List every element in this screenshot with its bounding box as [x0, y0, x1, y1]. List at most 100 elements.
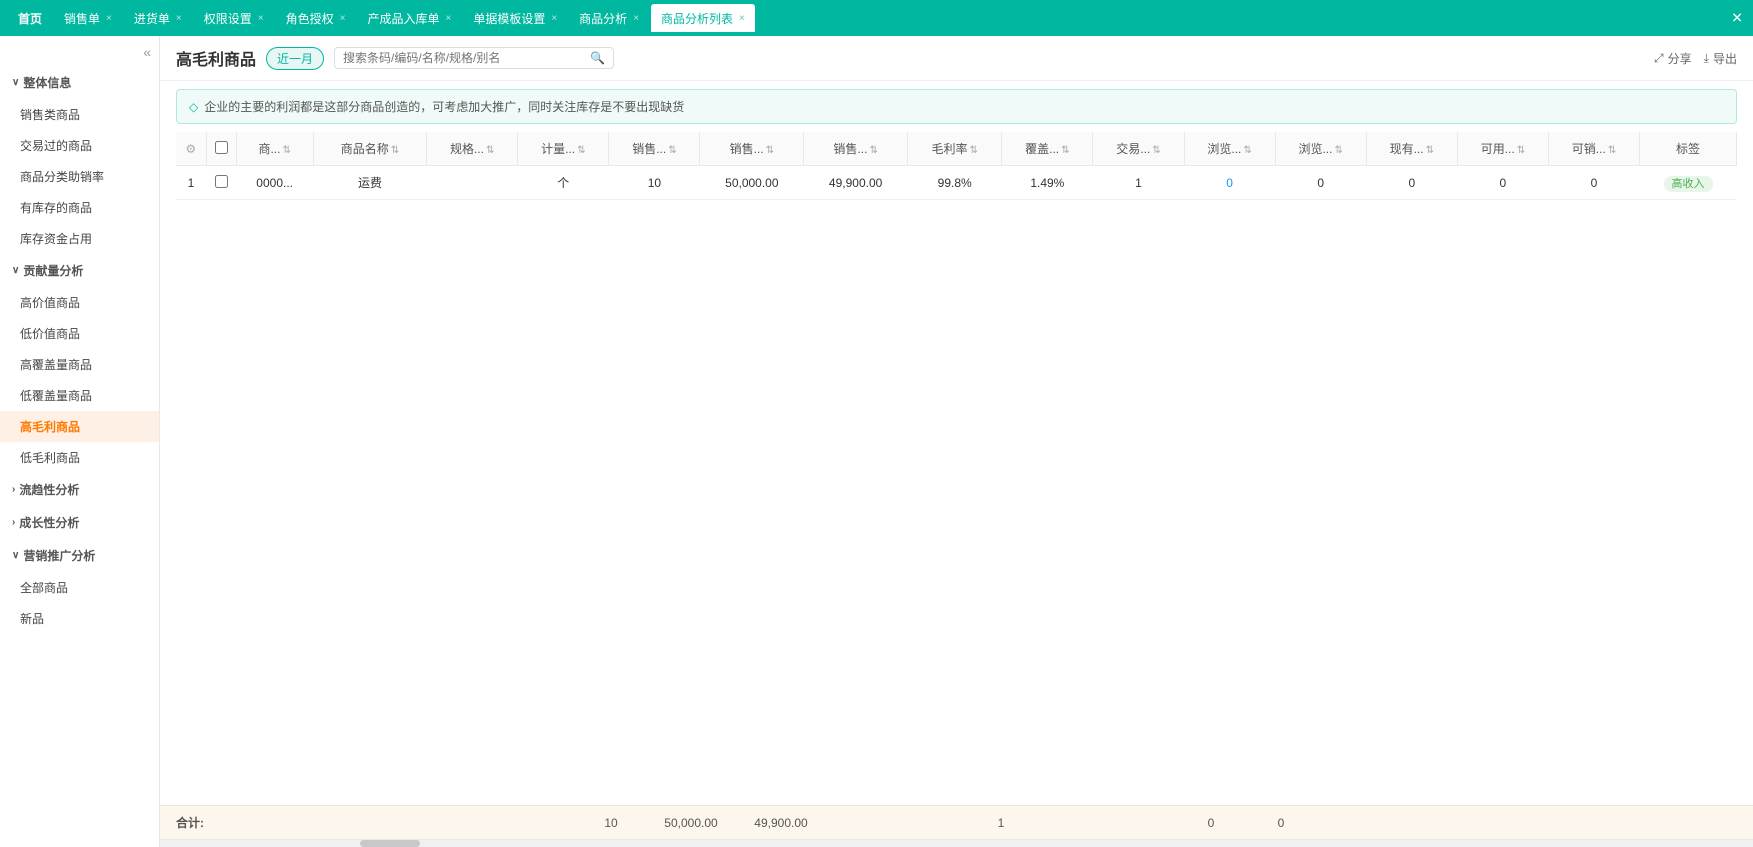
sort-icon-sales_amount[interactable]: ⇅: [766, 145, 774, 156]
sort-icon-code[interactable]: ⇅: [282, 145, 290, 156]
sidebar-item-库存资金占用[interactable]: 库存资金占用: [0, 223, 159, 254]
nav-tab-商品分析[interactable]: 商品分析 ×: [569, 4, 649, 32]
cell-tag[interactable]: 高收入: [1640, 166, 1737, 200]
col-header-spec[interactable]: 规格...⇅: [427, 132, 518, 166]
sort-icon-sales_profit[interactable]: ⇅: [869, 145, 877, 156]
sort-icon-available[interactable]: ⇅: [1517, 145, 1525, 156]
col-label-coverage: 覆盖...: [1025, 142, 1059, 156]
sidebar-group-成长性分析[interactable]: ›成长性分析: [0, 506, 159, 539]
share-button[interactable]: ⤢ 分享: [1654, 50, 1692, 67]
cell-name: 运费: [313, 166, 426, 200]
col-header-tag[interactable]: 标签: [1640, 132, 1737, 166]
sort-icon-sellable[interactable]: ⇅: [1608, 145, 1616, 156]
cell-checkbox[interactable]: [206, 166, 236, 200]
sort-icon-transactions[interactable]: ⇅: [1152, 145, 1160, 156]
sidebar-item-商品分类助销率[interactable]: 商品分类助销率: [0, 161, 159, 192]
views-link[interactable]: 0: [1226, 176, 1233, 190]
col-header-sellable[interactable]: 可销...⇅: [1548, 132, 1639, 166]
tab-close-icon[interactable]: ×: [551, 13, 557, 24]
search-icon[interactable]: 🔍: [590, 51, 605, 65]
nav-tab-销售单[interactable]: 销售单 ×: [54, 4, 122, 32]
sidebar-item-销售类商品[interactable]: 销售类商品: [0, 99, 159, 130]
horizontal-scrollbar[interactable]: [160, 839, 1753, 847]
close-all-tabs-button[interactable]: ✕: [1731, 10, 1743, 27]
nav-tab-角色授权[interactable]: 角色授权 ×: [276, 4, 356, 32]
sort-icon-sales_qty[interactable]: ⇅: [668, 145, 676, 156]
table-row: 10000...运费个1050,000.0049,900.0099.8%1.49…: [176, 166, 1737, 200]
sort-icon-views1[interactable]: ⇅: [1243, 145, 1251, 156]
sidebar-group-label: 贡献量分析: [23, 262, 83, 279]
sidebar-group-整体信息[interactable]: ∨整体信息: [0, 66, 159, 99]
nav-tab-单据模板设置[interactable]: 单据模板设置 ×: [463, 4, 567, 32]
col-header-current_stock[interactable]: 现有...⇅: [1366, 132, 1457, 166]
cell-sales_profit: 49,900.00: [804, 166, 908, 200]
sidebar-item-低毛利商品[interactable]: 低毛利商品: [0, 442, 159, 473]
export-button[interactable]: ⤓ 导出: [1704, 50, 1737, 67]
sort-icon-coverage[interactable]: ⇅: [1061, 145, 1069, 156]
footer-bar: 合计: 1050,000.0049,900.00100: [160, 805, 1753, 839]
col-header-index[interactable]: ⚙: [176, 132, 206, 166]
col-label-code: 商...: [258, 142, 280, 156]
footer-cell: 49,900.00: [736, 816, 826, 830]
sort-icon-name[interactable]: ⇅: [391, 145, 399, 156]
col-header-sales_profit[interactable]: 销售...⇅: [804, 132, 908, 166]
sidebar-item-低价值商品[interactable]: 低价值商品: [0, 318, 159, 349]
footer-cell: 50,000.00: [646, 816, 736, 830]
col-header-gross_margin[interactable]: 毛利率⇅: [908, 132, 1002, 166]
search-input[interactable]: [343, 51, 586, 65]
sidebar-group-营销推广分析[interactable]: ∨营销推广分析: [0, 539, 159, 572]
col-header-unit[interactable]: 计量...⇅: [518, 132, 609, 166]
tab-close-icon[interactable]: ×: [106, 13, 112, 24]
sort-icon-views2[interactable]: ⇅: [1334, 145, 1342, 156]
tab-close-icon[interactable]: ×: [445, 13, 451, 24]
sort-icon-unit[interactable]: ⇅: [577, 145, 585, 156]
info-banner: ◇ 企业的主要的利润都是这部分商品创造的，可考虑加大推广，同时关注库存是不要出现…: [176, 89, 1737, 124]
content-area: 高毛利商品 近一月 🔍 ⤢ 分享 ⤓ 导出 ◇ 企业的主要的利润都是这部分商品创…: [160, 36, 1753, 847]
row-checkbox[interactable]: [215, 175, 228, 188]
col-header-coverage[interactable]: 覆盖...⇅: [1002, 132, 1093, 166]
tab-close-icon[interactable]: ×: [176, 13, 182, 24]
info-icon: ◇: [189, 100, 198, 114]
col-header-name[interactable]: 商品名称⇅: [313, 132, 426, 166]
sidebar-item-全部商品[interactable]: 全部商品: [0, 572, 159, 603]
col-header-code[interactable]: 商...⇅: [236, 132, 313, 166]
sidebar-group-label: 成长性分析: [19, 514, 79, 531]
col-header-checkbox[interactable]: [206, 132, 236, 166]
col-header-views1[interactable]: 浏览...⇅: [1184, 132, 1275, 166]
sort-icon-spec[interactable]: ⇅: [486, 145, 494, 156]
col-header-available[interactable]: 可用...⇅: [1457, 132, 1548, 166]
chevron-icon: ∨: [12, 77, 19, 88]
nav-tab-进货单[interactable]: 进货单 ×: [124, 4, 192, 32]
nav-tab-产成品入库单[interactable]: 产成品入库单 ×: [357, 4, 461, 32]
sidebar-item-交易过的商品[interactable]: 交易过的商品: [0, 130, 159, 161]
nav-tab-商品分析列表[interactable]: 商品分析列表 ×: [651, 4, 755, 32]
tab-close-icon[interactable]: ×: [739, 13, 745, 24]
settings-icon[interactable]: ⚙: [185, 142, 196, 156]
nav-tab-权限设置[interactable]: 权限设置 ×: [194, 4, 274, 32]
col-header-views2[interactable]: 浏览...⇅: [1275, 132, 1366, 166]
sort-icon-current_stock[interactable]: ⇅: [1426, 145, 1434, 156]
sort-icon-gross_margin[interactable]: ⇅: [969, 145, 977, 156]
sidebar-item-有库存的商品[interactable]: 有库存的商品: [0, 192, 159, 223]
filter-date-button[interactable]: 近一月: [266, 47, 324, 70]
cell-sellable: 0: [1548, 166, 1639, 200]
col-header-sales_qty[interactable]: 销售...⇅: [609, 132, 700, 166]
nav-tab-首页[interactable]: 首页: [8, 4, 52, 32]
tab-close-icon[interactable]: ×: [633, 13, 639, 24]
col-header-transactions[interactable]: 交易...⇅: [1093, 132, 1184, 166]
sidebar-item-高覆盖量商品[interactable]: 高覆盖量商品: [0, 349, 159, 380]
footer-cell: 1: [966, 816, 1036, 830]
tab-close-icon[interactable]: ×: [258, 13, 264, 24]
sidebar-group-贡献量分析[interactable]: ∨贡献量分析: [0, 254, 159, 287]
cell-views1: 0: [1184, 166, 1275, 200]
col-header-sales_amount[interactable]: 销售...⇅: [700, 132, 804, 166]
tab-close-icon[interactable]: ×: [340, 13, 346, 24]
sidebar-item-高价值商品[interactable]: 高价值商品: [0, 287, 159, 318]
select-all-checkbox[interactable]: [215, 141, 228, 154]
sidebar-item-低覆盖量商品[interactable]: 低覆盖量商品: [0, 380, 159, 411]
sidebar-item-高毛利商品[interactable]: 高毛利商品: [0, 411, 159, 442]
sidebar-collapse-button[interactable]: «: [143, 44, 151, 60]
cell-transactions: 1: [1093, 166, 1184, 200]
sidebar-group-流趋性分析[interactable]: ›流趋性分析: [0, 473, 159, 506]
sidebar-item-新品[interactable]: 新品: [0, 603, 159, 634]
